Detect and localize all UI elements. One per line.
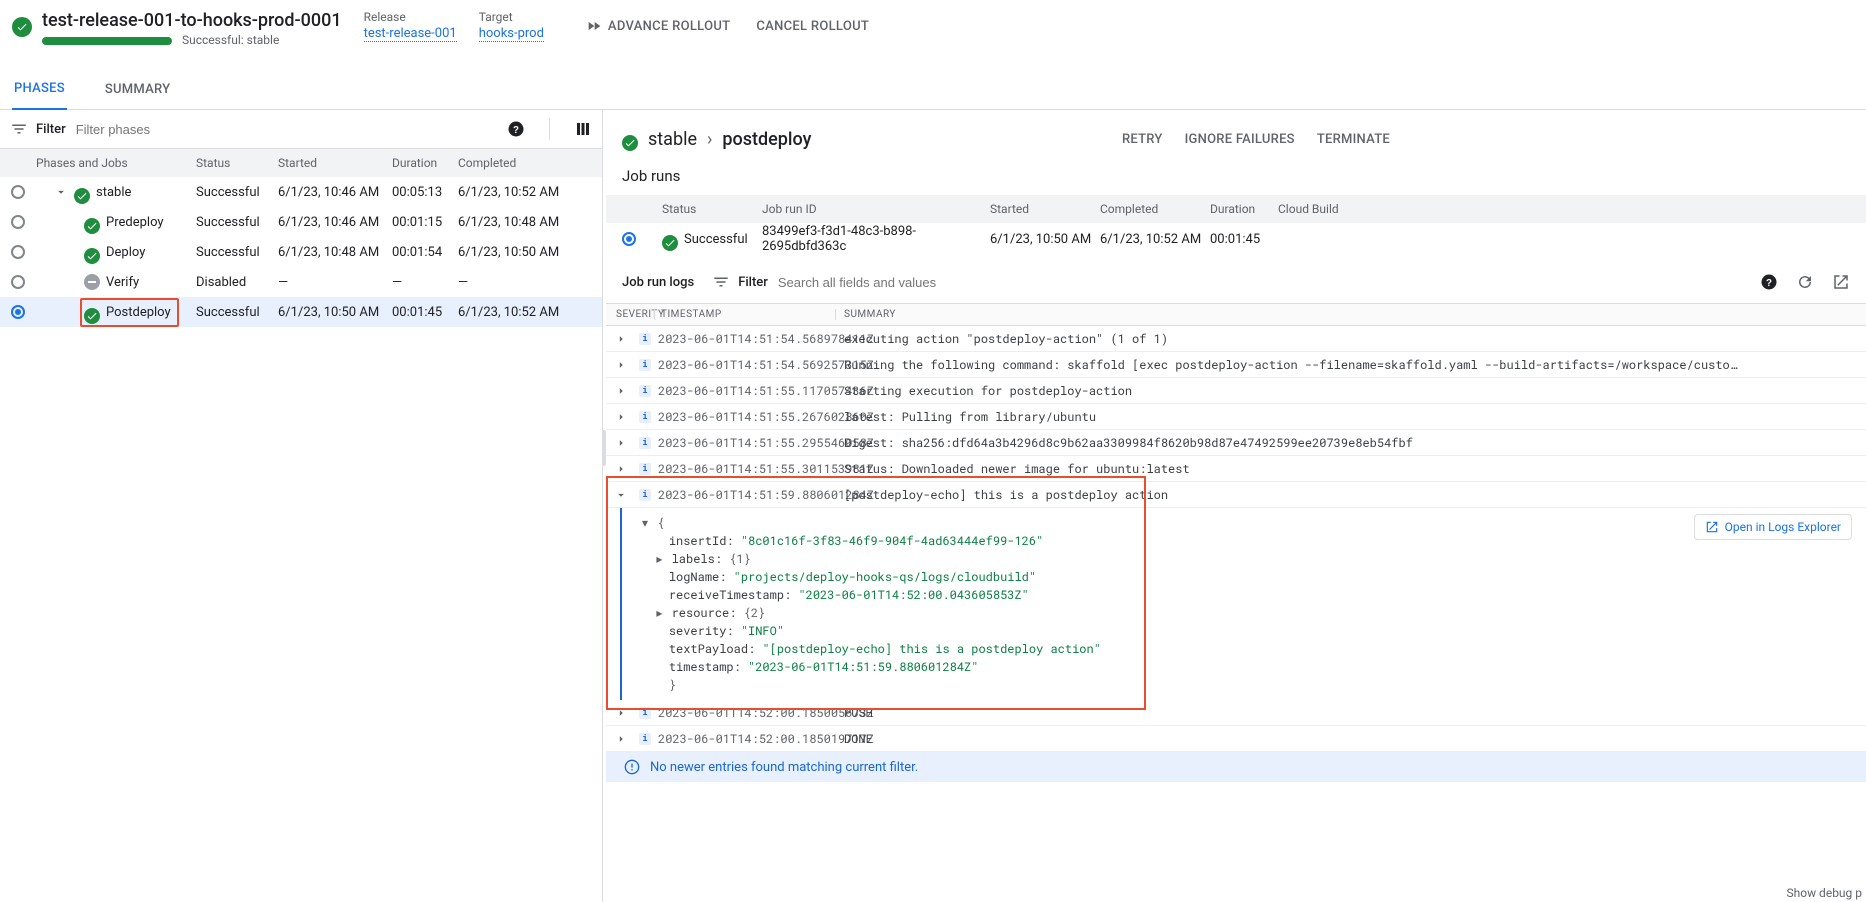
log-row[interactable]: i 2023-06-01T14:51:55.267602860Z latest:… <box>606 404 1866 430</box>
success-icon <box>74 188 90 204</box>
severity-info-icon: i <box>639 333 651 345</box>
severity-info-icon: i <box>639 733 651 745</box>
tabs: PHASES SUMMARY <box>0 69 1866 110</box>
release-label: Release <box>364 10 457 24</box>
chevron-down-icon[interactable] <box>54 185 68 199</box>
success-icon <box>12 17 32 37</box>
target-link[interactable]: hooks-prod <box>479 26 544 42</box>
job-row[interactable]: Deploy Successful 6/1/23, 10:48 AM 00:01… <box>0 237 602 267</box>
chevron-down-icon[interactable] <box>606 488 636 502</box>
cancel-rollout-button[interactable]: CANCEL ROLLOUT <box>756 19 869 34</box>
filter-list-icon <box>712 273 730 291</box>
chevron-right-icon[interactable] <box>606 332 636 346</box>
fast-forward-icon <box>586 18 602 34</box>
open-logs-explorer-button[interactable]: Open in Logs Explorer <box>1694 514 1852 540</box>
rollout-header: test-release-001-to-hooks-prod-0001 Succ… <box>0 0 1866 47</box>
job-row[interactable]: Postdeploy Successful 6/1/23, 10:50 AM 0… <box>0 297 602 327</box>
chevron-right-icon[interactable] <box>606 732 636 746</box>
filter-list-icon <box>10 120 28 138</box>
radio[interactable] <box>11 245 25 259</box>
job-runs-title: Job runs <box>606 157 1866 195</box>
success-icon <box>84 248 100 264</box>
job-runs-header: Status Job run ID Started Completed Dura… <box>606 195 1866 223</box>
severity-info-icon: i <box>639 359 651 371</box>
log-entry-expanded: Open in Logs Explorer ▾ { insertId: "8c0… <box>620 508 1866 700</box>
log-row[interactable]: i 2023-06-01T14:51:55.117057436Z Startin… <box>606 378 1866 404</box>
svg-text:?: ? <box>1766 278 1772 289</box>
run-completed: 6/1/23, 10:52 AM <box>1100 232 1210 247</box>
advance-rollout-button[interactable]: ADVANCE ROLLOUT <box>586 18 730 34</box>
tab-phases[interactable]: PHASES <box>12 69 67 110</box>
job-row[interactable]: Verify Disabled — — — <box>0 267 602 297</box>
progress-bar <box>42 37 172 45</box>
radio-selected[interactable] <box>622 232 636 246</box>
phases-table-header: Phases and Jobs Status Started Duration … <box>0 149 602 177</box>
open-external-icon <box>1705 520 1719 534</box>
radio[interactable] <box>11 305 25 319</box>
severity-info-icon: i <box>639 707 651 719</box>
retry-button[interactable]: RETRY <box>1122 132 1163 147</box>
tab-summary[interactable]: SUMMARY <box>103 70 172 109</box>
open-external-icon[interactable] <box>1832 273 1850 291</box>
log-row[interactable]: i 2023-06-01T14:51:54.569257315Z Running… <box>606 352 1866 378</box>
chevron-right-icon[interactable] <box>606 358 636 372</box>
radio[interactable] <box>11 185 25 199</box>
chevron-right-icon[interactable] <box>606 384 636 398</box>
phase-row[interactable]: stable Successful 6/1/23, 10:46 AM 00:05… <box>0 177 602 207</box>
crumb-job: postdeploy <box>722 129 811 150</box>
crumb-phase[interactable]: stable <box>648 129 697 150</box>
svg-text:?: ? <box>513 125 519 136</box>
run-status: Successful <box>684 232 748 247</box>
rollout-title: test-release-001-to-hooks-prod-0001 <box>42 10 342 31</box>
severity-info-icon: i <box>639 489 651 501</box>
show-debug-panel[interactable]: Show debug p <box>1786 886 1862 900</box>
rollout-status-text: Successful: stable <box>182 33 279 47</box>
severity-info-icon: i <box>639 411 651 423</box>
detail-panel: stable › postdeploy RETRY IGNORE FAILURE… <box>606 110 1866 902</box>
phases-filter-input[interactable] <box>74 121 334 138</box>
target-label: Target <box>479 10 544 24</box>
run-id: 83499ef3-f3d1-48c3-b898-2695dbfd363c <box>762 224 990 254</box>
job-row[interactable]: Predeploy Successful 6/1/23, 10:46 AM 00… <box>0 207 602 237</box>
chevron-right-icon[interactable] <box>606 462 636 476</box>
log-row[interactable]: i 2023-06-01T14:52:00.185019717Z DONE <box>606 726 1866 752</box>
job-run-logs-title: Job run logs <box>622 275 694 290</box>
separator <box>549 118 550 140</box>
log-row[interactable]: i 2023-06-01T14:51:59.880601284Z [postde… <box>606 482 1866 508</box>
radio[interactable] <box>11 275 25 289</box>
columns-icon[interactable] <box>574 120 592 138</box>
success-icon <box>622 135 638 151</box>
log-row[interactable]: i 2023-06-01T14:51:54.568978411Z executi… <box>606 326 1866 352</box>
log-row[interactable]: i 2023-06-01T14:52:00.185005673Z PUSH <box>606 700 1866 726</box>
terminate-button[interactable]: TERMINATE <box>1317 132 1390 147</box>
help-icon[interactable]: ? <box>507 120 525 138</box>
success-icon <box>84 308 100 324</box>
refresh-icon[interactable] <box>1796 273 1814 291</box>
chevron-right-icon[interactable] <box>606 436 636 450</box>
log-row[interactable]: i 2023-06-01T14:51:55.295546058Z Digest:… <box>606 430 1866 456</box>
logs-header: SEVERITY TIMESTAMP SUMMARY <box>606 304 1866 326</box>
filter-label: Filter <box>36 122 66 137</box>
chevron-right-icon[interactable] <box>606 706 636 720</box>
phases-panel: Filter ? Phases and Jobs Status St <box>0 110 603 902</box>
success-icon <box>84 218 100 234</box>
log-row[interactable]: i 2023-06-01T14:51:55.301153981Z Status:… <box>606 456 1866 482</box>
radio[interactable] <box>11 215 25 229</box>
chevron-right-icon: › <box>707 129 712 150</box>
severity-info-icon: i <box>639 463 651 475</box>
chevron-right-icon[interactable] <box>606 410 636 424</box>
no-newer-entries: No newer entries found matching current … <box>606 752 1866 782</box>
release-link[interactable]: test-release-001 <box>364 26 457 42</box>
success-icon <box>662 235 678 251</box>
run-duration: 00:01:45 <box>1210 232 1278 247</box>
run-started: 6/1/23, 10:50 AM <box>990 232 1100 247</box>
severity-info-icon: i <box>639 385 651 397</box>
ignore-failures-button[interactable]: IGNORE FAILURES <box>1185 132 1295 147</box>
help-icon[interactable]: ? <box>1760 273 1778 291</box>
logs-filter-input[interactable] <box>776 274 1136 291</box>
job-run-row[interactable]: Successful 83499ef3-f3d1-48c3-b898-2695d… <box>606 223 1866 255</box>
filter-label: Filter <box>738 275 768 290</box>
disabled-icon <box>84 274 100 290</box>
severity-info-icon: i <box>639 437 651 449</box>
